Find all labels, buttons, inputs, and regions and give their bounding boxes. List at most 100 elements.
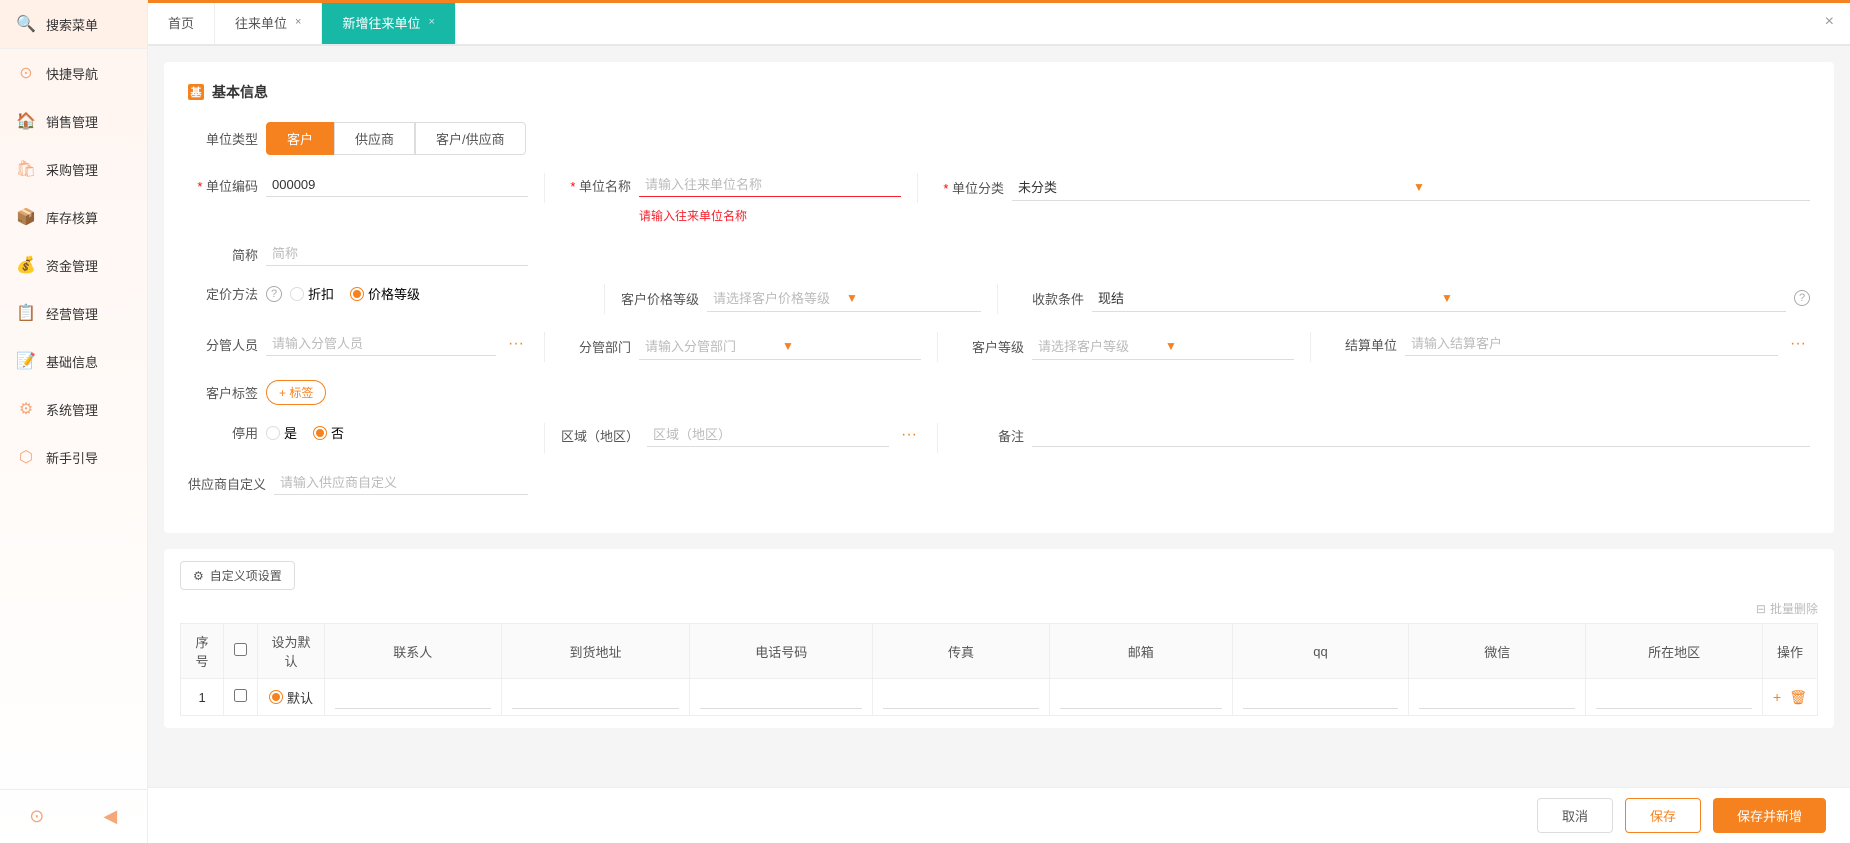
pricing-discount-label: 折扣 — [308, 284, 334, 303]
divider6 — [937, 332, 938, 362]
manager-more-icon[interactable]: ··· — [504, 335, 528, 353]
sales-icon: 🏠 — [16, 111, 36, 131]
batch-delete-area[interactable]: ⊟ 批量删除 — [180, 600, 1818, 617]
wechat-input[interactable] — [1419, 685, 1575, 709]
cell-qq[interactable] — [1232, 679, 1409, 716]
tab-partner-list[interactable]: 往来单位 × — [215, 0, 322, 44]
remark-input[interactable] — [1032, 423, 1810, 447]
home-icon: ⊙ — [16, 63, 36, 83]
cell-wechat[interactable] — [1409, 679, 1586, 716]
close-all-button[interactable]: × — [1809, 13, 1850, 31]
customer-level-label: 客户等级 — [954, 337, 1024, 356]
sidebar-item-basic[interactable]: 📝 基础信息 — [0, 337, 147, 385]
add-row-icon[interactable]: + — [1773, 689, 1781, 705]
sidebar: 🔍 搜索菜单 ⊙ 快捷导航 🏠 销售管理 🛍 采购管理 📦 库存核算 💰 资金管… — [0, 0, 148, 843]
save-new-button[interactable]: 保存并新增 — [1713, 798, 1826, 833]
cancel-button[interactable]: 取消 — [1537, 798, 1613, 833]
sidebar-bottom-collapse[interactable]: ◀ — [74, 798, 148, 835]
qq-input[interactable] — [1243, 685, 1399, 709]
disabled-no-item[interactable]: 否 — [313, 423, 344, 442]
cell-action: + 🗑 — [1762, 679, 1817, 716]
sidebar-item-purchase[interactable]: 🛍 采购管理 — [0, 145, 147, 193]
row-region-input[interactable] — [1596, 685, 1752, 709]
sidebar-item-finance[interactable]: 💰 资金管理 — [0, 241, 147, 289]
payment-select[interactable]: 现结 ▼ — [1092, 284, 1786, 312]
pricing-radio-discount[interactable]: 折扣 — [290, 284, 334, 303]
cell-fax[interactable] — [873, 679, 1050, 716]
payment-help-icon[interactable]: ? — [1794, 290, 1810, 306]
pricing-radio-price-level[interactable]: 价格等级 — [350, 284, 420, 303]
sidebar-item-quicknav[interactable]: ⊙ 快捷导航 — [0, 49, 147, 97]
custom-settings-label: 自定义项设置 — [210, 567, 282, 584]
main-area: 首页 往来单位 × 新增往来单位 × × 基 基本信息 单位类型 客户 — [148, 0, 1850, 843]
operations-icon: 📋 — [16, 303, 36, 323]
newbie-icon: ⬡ — [16, 447, 36, 467]
code-input[interactable] — [266, 173, 528, 197]
abbr-input[interactable] — [266, 242, 528, 266]
unit-type-supplier[interactable]: 供应商 — [334, 122, 415, 155]
settlement-input[interactable] — [1405, 332, 1778, 356]
divider8 — [544, 423, 545, 453]
sidebar-item-search[interactable]: 🔍 搜索菜单 — [0, 0, 147, 49]
dept-placeholder: 请输入分管部门 — [645, 336, 778, 355]
disabled-label: 停用 — [188, 423, 258, 442]
supplier-custom-input[interactable] — [274, 471, 528, 495]
col-contact: 联系人 — [324, 624, 501, 679]
region-input[interactable] — [647, 423, 889, 447]
settlement-more-icon[interactable]: ··· — [1786, 335, 1810, 353]
sidebar-item-inventory[interactable]: 📦 库存核算 — [0, 193, 147, 241]
category-value: 未分类 — [1018, 177, 1409, 196]
search-icon: 🔍 — [16, 14, 36, 34]
custom-settings-button[interactable]: ⚙ 自定义项设置 — [180, 561, 295, 590]
save-button[interactable]: 保存 — [1625, 798, 1701, 833]
unit-type-row: 单位类型 客户 供应商 客户/供应商 — [188, 122, 1810, 155]
manager-field: 分管人员 ··· — [188, 332, 528, 356]
fax-input[interactable] — [883, 685, 1039, 709]
email-input[interactable] — [1060, 685, 1222, 709]
customer-level-select[interactable]: 请选择客户等级 ▼ — [1032, 332, 1294, 360]
unit-type-customer[interactable]: 客户 — [266, 122, 334, 155]
dept-select[interactable]: 请输入分管部门 ▼ — [639, 332, 921, 360]
col-email: 邮箱 — [1049, 624, 1232, 679]
row-checkbox[interactable] — [234, 689, 247, 702]
tab-partner-new-close[interactable]: × — [428, 16, 434, 28]
contact-input[interactable] — [335, 685, 491, 709]
tag-add-button[interactable]: + 标签 — [266, 380, 326, 405]
sidebar-item-sales[interactable]: 🏠 销售管理 — [0, 97, 147, 145]
tab-partner-list-close[interactable]: × — [295, 16, 301, 28]
name-input[interactable] — [639, 173, 901, 197]
sidebar-bottom-home[interactable]: ⊙ — [0, 798, 74, 835]
cell-email[interactable] — [1049, 679, 1232, 716]
default-radio-item[interactable]: 默认 — [268, 688, 314, 707]
cell-address[interactable] — [501, 679, 690, 716]
category-select[interactable]: 未分类 ▼ — [1012, 173, 1810, 201]
tags-row: 客户标签 + 标签 — [188, 380, 1810, 405]
sidebar-item-system[interactable]: ⚙ 系统管理 — [0, 385, 147, 433]
phone-input[interactable] — [700, 685, 862, 709]
delete-row-icon[interactable]: 🗑 — [1789, 689, 1807, 706]
cell-contact[interactable] — [324, 679, 501, 716]
disabled-no-label: 否 — [331, 423, 344, 442]
manager-input[interactable] — [266, 332, 496, 356]
sidebar-item-newbie[interactable]: ⬡ 新手引导 — [0, 433, 147, 481]
disabled-yes-item[interactable]: 是 — [266, 423, 297, 442]
customer-price-label: 客户价格等级 — [621, 289, 699, 308]
dept-label: 分管部门 — [561, 337, 631, 356]
address-input[interactable] — [512, 685, 680, 709]
select-all-checkbox[interactable] — [234, 643, 247, 656]
remark-label: 备注 — [954, 426, 1024, 445]
sidebar-item-search-label: 搜索菜单 — [46, 15, 98, 34]
tab-home[interactable]: 首页 — [148, 0, 215, 44]
pricing-help-icon[interactable]: ? — [266, 286, 282, 302]
cell-phone[interactable] — [690, 679, 873, 716]
cell-region[interactable] — [1586, 679, 1763, 716]
manager-row: 分管人员 ··· 分管部门 请输入分管部门 ▼ 客户等级 请选择客户等级 — [188, 332, 1810, 362]
unit-type-both[interactable]: 客户/供应商 — [415, 122, 526, 155]
sidebar-item-operations[interactable]: 📋 经营管理 — [0, 289, 147, 337]
pricing-radio-discount-circle — [290, 287, 304, 301]
customer-price-select[interactable]: 请选择客户价格等级 ▼ — [707, 284, 981, 312]
region-more-icon[interactable]: ··· — [897, 426, 921, 444]
table-body: 1 默认 — [181, 679, 1818, 716]
tab-partner-new[interactable]: 新增往来单位 × — [322, 0, 455, 44]
bottom-home-icon: ⊙ — [29, 806, 44, 827]
